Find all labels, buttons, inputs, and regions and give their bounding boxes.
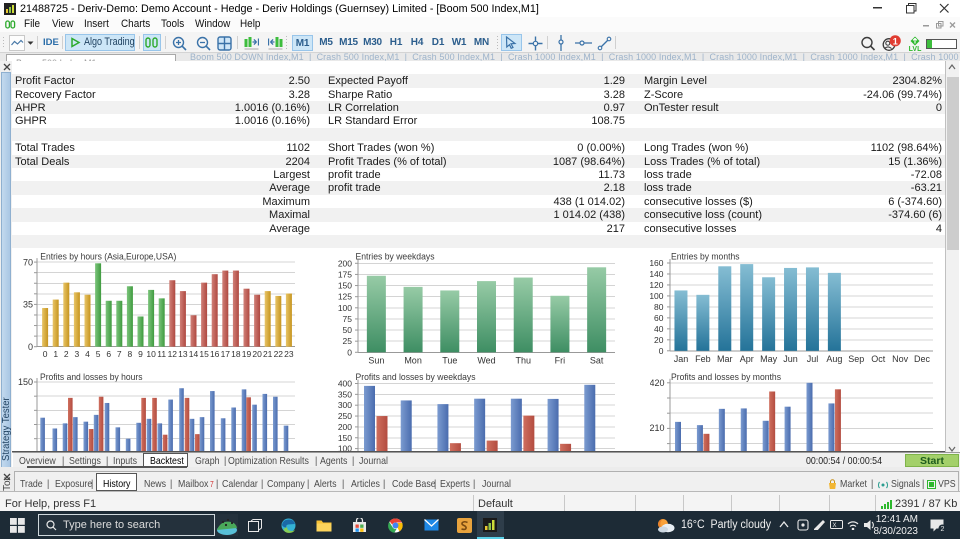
svg-text:0: 0 [28,342,33,352]
svg-text:1: 1 [893,36,898,46]
svg-text:50: 50 [343,325,353,335]
svg-text:75: 75 [343,314,353,324]
svg-text:140: 140 [650,269,664,279]
svg-text:13: 13 [178,349,188,359]
svg-text:250: 250 [338,411,352,421]
svg-text:3: 3 [75,349,80,359]
svg-text:80: 80 [654,302,664,312]
svg-text:Fri: Fri [555,355,566,365]
svg-text:15: 15 [199,349,209,359]
svg-text:35: 35 [23,300,33,310]
svg-text:25: 25 [343,336,353,346]
svg-text:60: 60 [654,313,664,323]
svg-text:160: 160 [650,258,664,268]
svg-text:Sat: Sat [590,355,604,365]
svg-text:Dec: Dec [914,354,931,364]
svg-text:May: May [760,354,778,364]
svg-text:LVL: LVL [909,45,922,50]
svg-text:125: 125 [338,292,352,302]
svg-text:Jun: Jun [783,354,798,364]
svg-text:2: 2 [64,349,69,359]
svg-text:1: 1 [53,349,58,359]
svg-text:0: 0 [659,346,664,356]
svg-text:9: 9 [138,349,143,359]
svg-text:17: 17 [221,349,231,359]
svg-text:420: 420 [650,378,665,388]
svg-text:22: 22 [274,349,284,359]
svg-text:200: 200 [338,258,352,268]
svg-text:7: 7 [117,349,122,359]
svg-text:Feb: Feb [695,354,711,364]
svg-text:200: 200 [338,422,352,432]
svg-text:0: 0 [347,347,352,357]
svg-text:10: 10 [146,349,156,359]
svg-text:20: 20 [252,349,262,359]
svg-text:Entries by hours (Asia,Europe,: Entries by hours (Asia,Europe,USA) [40,252,176,263]
svg-text:Apr: Apr [740,354,754,364]
svg-text:18: 18 [231,349,241,359]
svg-text:Entries by weekdays: Entries by weekdays [356,252,435,263]
svg-text:2: 2 [941,526,945,533]
svg-text:X: X [833,523,837,529]
svg-text:11: 11 [157,349,166,359]
svg-text:5: 5 [96,349,101,359]
svg-text:Tue: Tue [442,355,457,365]
svg-text:150: 150 [18,377,33,387]
svg-text:12: 12 [168,349,178,359]
svg-text:300: 300 [338,400,352,410]
svg-text:Oct: Oct [871,354,886,364]
svg-text:150: 150 [338,433,352,443]
svg-text:120: 120 [650,280,664,290]
svg-text:100: 100 [650,291,664,301]
svg-text:70: 70 [23,258,33,268]
svg-text:Profits and losses by hours: Profits and losses by hours [40,372,143,383]
svg-text:Nov: Nov [892,354,909,364]
svg-text:Mar: Mar [717,354,733,364]
svg-text:Thu: Thu [515,355,531,365]
svg-text:Profits and losses by weekdays: Profits and losses by weekdays [356,372,476,383]
svg-text:Entries by months: Entries by months [671,252,740,263]
svg-text:Mon: Mon [404,355,422,365]
svg-text:400: 400 [338,379,352,389]
svg-text:14: 14 [189,349,199,359]
svg-text:6: 6 [106,349,111,359]
svg-text:40: 40 [654,324,664,334]
svg-text:Sun: Sun [368,355,384,365]
svg-text:0: 0 [43,349,48,359]
svg-text:Profits and losses by months: Profits and losses by months [671,372,781,383]
svg-text:Jul: Jul [807,354,819,364]
svg-text:175: 175 [338,269,352,279]
svg-text:Aug: Aug [826,354,842,364]
svg-text:Jan: Jan [674,354,689,364]
svg-text:210: 210 [650,423,665,433]
svg-text:23: 23 [284,349,294,359]
svg-text:21: 21 [263,349,273,359]
svg-text:4: 4 [85,349,90,359]
svg-text:16: 16 [210,349,220,359]
svg-text:Sep: Sep [848,354,864,364]
svg-text:20: 20 [654,335,664,345]
svg-text:Wed: Wed [477,355,495,365]
svg-text:350: 350 [338,389,352,399]
svg-text:8: 8 [128,349,133,359]
svg-text:150: 150 [338,281,352,291]
svg-text:100: 100 [338,303,352,313]
svg-text:19: 19 [242,349,252,359]
